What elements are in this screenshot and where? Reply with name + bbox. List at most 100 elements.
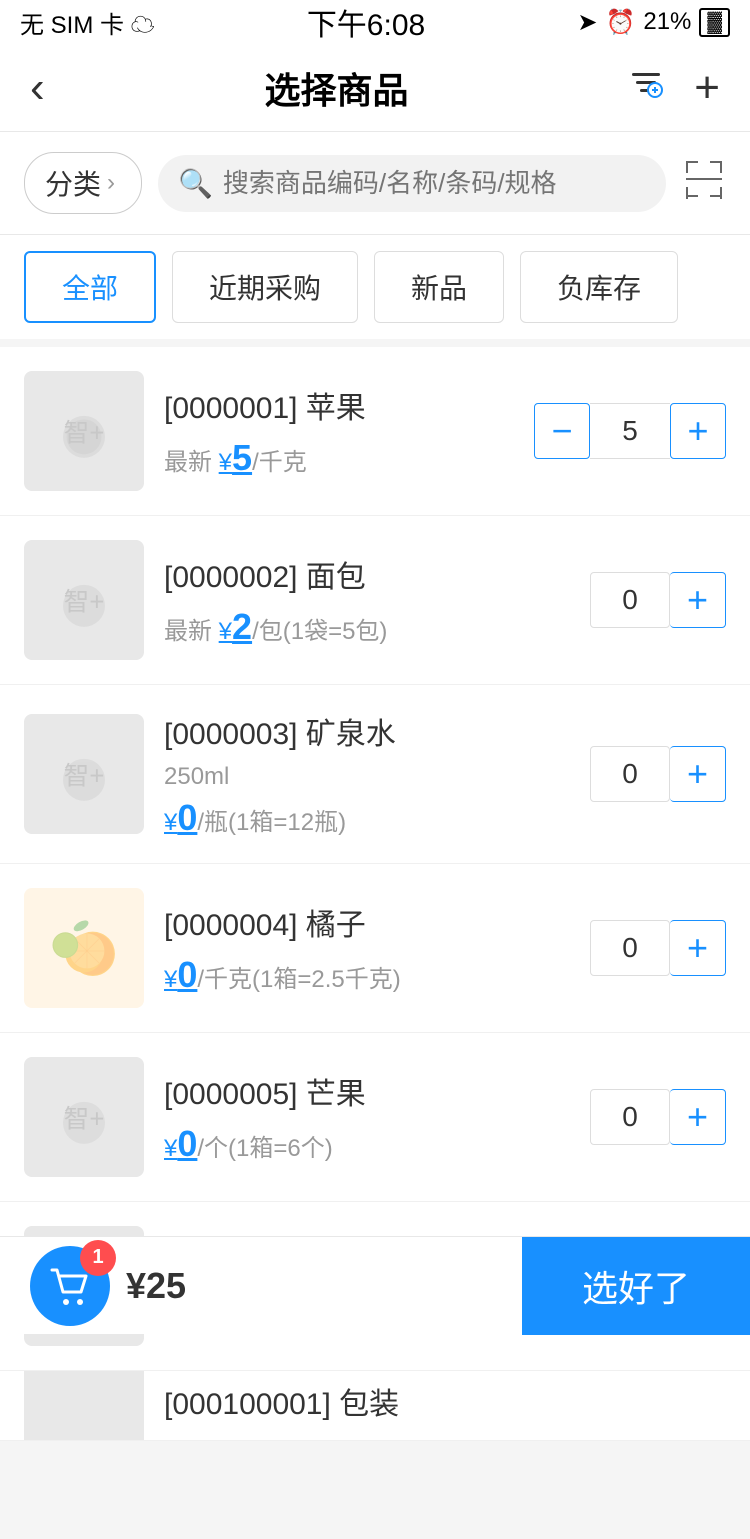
product-name: [0000005] 芒果 [164, 1069, 570, 1113]
product-item: 智+ [0000005] 芒果 ¥0/个(1箱=6个) + [0, 1033, 750, 1202]
quantity-control: + [590, 746, 726, 802]
price-amount: 5 [232, 437, 252, 478]
search-icon: 🔍 [178, 167, 213, 200]
price-unit: /千克 [252, 449, 307, 476]
product-thumbnail: 智+ [24, 714, 144, 834]
tab-recent[interactable]: 近期采购 [172, 251, 358, 323]
nav-right: + [628, 63, 720, 113]
cart-badge: 1 [80, 1240, 116, 1276]
increase-button[interactable]: + [670, 920, 726, 976]
currency-symbol: ¥ [219, 618, 232, 645]
price-prefix: 最新 [164, 618, 219, 645]
tab-all[interactable]: 全部 [24, 251, 156, 323]
cart-button[interactable]: 1 [30, 1246, 110, 1326]
quantity-control: + [590, 920, 726, 976]
nav-left: ‹ [30, 63, 45, 113]
increase-button[interactable]: + [670, 1089, 726, 1145]
quantity-input[interactable] [590, 572, 670, 628]
price-prefix: 最新 [164, 449, 219, 476]
quantity-control: − + [534, 403, 726, 459]
product-thumbnail: 智+ [24, 540, 144, 660]
bottom-bar: 1 ¥25 选好了 [0, 1236, 750, 1334]
product-info: [0000001] 苹果 最新 ¥5/千克 [164, 383, 514, 479]
chevron-right-icon: › [107, 169, 115, 197]
product-price: ¥0/千克(1箱=2.5千克) [164, 954, 570, 996]
product-info: [0000004] 橘子 ¥0/千克(1箱=2.5千克) [164, 900, 570, 996]
battery-status: 21% [643, 8, 691, 36]
increase-button[interactable]: + [670, 572, 726, 628]
price-amount: 0 [177, 954, 197, 995]
product-thumbnail: 智+ [24, 371, 144, 491]
product-info: [0000005] 芒果 ¥0/个(1箱=6个) [164, 1069, 570, 1165]
svg-text:智+: 智+ [64, 761, 105, 790]
add-button[interactable]: + [694, 63, 720, 113]
cart-total: ¥25 [126, 1265, 186, 1307]
status-left: 无 SIM 卡 ☁ [20, 5, 155, 40]
decrease-button[interactable]: − [534, 403, 590, 459]
product-name: [0000002] 面包 [164, 552, 570, 596]
product-thumbnail: 智+ [24, 1057, 144, 1177]
tab-new[interactable]: 新品 [374, 251, 504, 323]
increase-button[interactable]: + [670, 403, 726, 459]
product-item: [000100001] 包装 [0, 1371, 750, 1441]
product-name: [0000001] 苹果 [164, 383, 514, 427]
quantity-input[interactable] [590, 1089, 670, 1145]
product-name: [0000004] 橘子 [164, 900, 570, 944]
price-unit: /包(1袋=5包) [252, 618, 387, 645]
price-unit: /个(1箱=6个) [197, 1135, 332, 1162]
scan-icon[interactable] [682, 157, 726, 210]
product-item: [0000004] 橘子 ¥0/千克(1箱=2.5千克) + [0, 864, 750, 1033]
product-thumbnail [24, 888, 144, 1008]
battery-icon: ▓ [699, 8, 730, 37]
price-amount: 2 [232, 606, 252, 647]
currency-symbol: ¥ [164, 809, 177, 836]
confirm-button[interactable]: 选好了 [522, 1237, 750, 1335]
product-item: 智+ [0000003] 矿泉水 250ml ¥0/瓶(1箱=12瓶) + [0, 685, 750, 864]
quantity-input[interactable] [590, 920, 670, 976]
status-right: ➤ ⏰ 21% ▓ [577, 8, 730, 37]
nav-bar: ‹ 选择商品 + [0, 44, 750, 132]
product-item: 智+ [0000001] 苹果 最新 ¥5/千克 − + [0, 347, 750, 516]
category-button[interactable]: 分类 › [24, 152, 142, 214]
product-info: [0000002] 面包 最新 ¥2/包(1袋=5包) [164, 552, 570, 648]
search-input[interactable] [223, 168, 646, 199]
product-price: 最新 ¥5/千克 [164, 437, 514, 479]
currency-symbol: ¥ [164, 1135, 177, 1162]
tabs-bar: 全部 近期采购 新品 负库存 [0, 235, 750, 347]
sim-status: 无 SIM 卡 ☁ [20, 5, 155, 40]
alarm-icon: ⏰ [605, 8, 635, 37]
increase-button[interactable]: + [670, 746, 726, 802]
svg-text:智+: 智+ [64, 418, 105, 447]
page-title: 选择商品 [264, 62, 408, 114]
back-button[interactable]: ‹ [30, 63, 45, 113]
product-price: 最新 ¥2/包(1袋=5包) [164, 606, 570, 648]
cart-area: 1 ¥25 [0, 1246, 522, 1326]
svg-text:智+: 智+ [64, 587, 105, 616]
product-thumbnail [24, 1371, 144, 1441]
product-item: 智+ [0000002] 面包 最新 ¥2/包(1袋=5包) + [0, 516, 750, 685]
svg-text:智+: 智+ [64, 1104, 105, 1133]
location-icon: ➤ [577, 8, 597, 37]
price-amount: 0 [177, 1123, 197, 1164]
quantity-control: + [590, 572, 726, 628]
search-input-wrap: 🔍 [158, 155, 666, 212]
quantity-control: + [590, 1089, 726, 1145]
price-unit: /千克(1箱=2.5千克) [197, 966, 400, 993]
quantity-input[interactable] [590, 403, 670, 459]
product-info: [0000003] 矿泉水 250ml ¥0/瓶(1箱=12瓶) [164, 709, 570, 839]
price-amount: 0 [177, 797, 197, 838]
product-spec: 250ml [164, 763, 570, 791]
product-name: [000100001] 包装 [164, 1379, 726, 1423]
quantity-input[interactable] [590, 746, 670, 802]
tab-negative[interactable]: 负库存 [520, 251, 678, 323]
filter-button[interactable] [628, 65, 664, 110]
status-bar: 无 SIM 卡 ☁ 下午6:08 ➤ ⏰ 21% ▓ [0, 0, 750, 44]
price-unit: /瓶(1箱=12瓶) [197, 809, 346, 836]
currency-symbol: ¥ [219, 449, 232, 476]
search-bar: 分类 › 🔍 [0, 132, 750, 235]
product-info: [000100001] 包装 [164, 1379, 726, 1433]
currency-symbol: ¥ [164, 966, 177, 993]
product-price: ¥0/个(1箱=6个) [164, 1123, 570, 1165]
product-price: ¥0/瓶(1箱=12瓶) [164, 797, 570, 839]
product-name: [0000003] 矿泉水 [164, 709, 570, 753]
